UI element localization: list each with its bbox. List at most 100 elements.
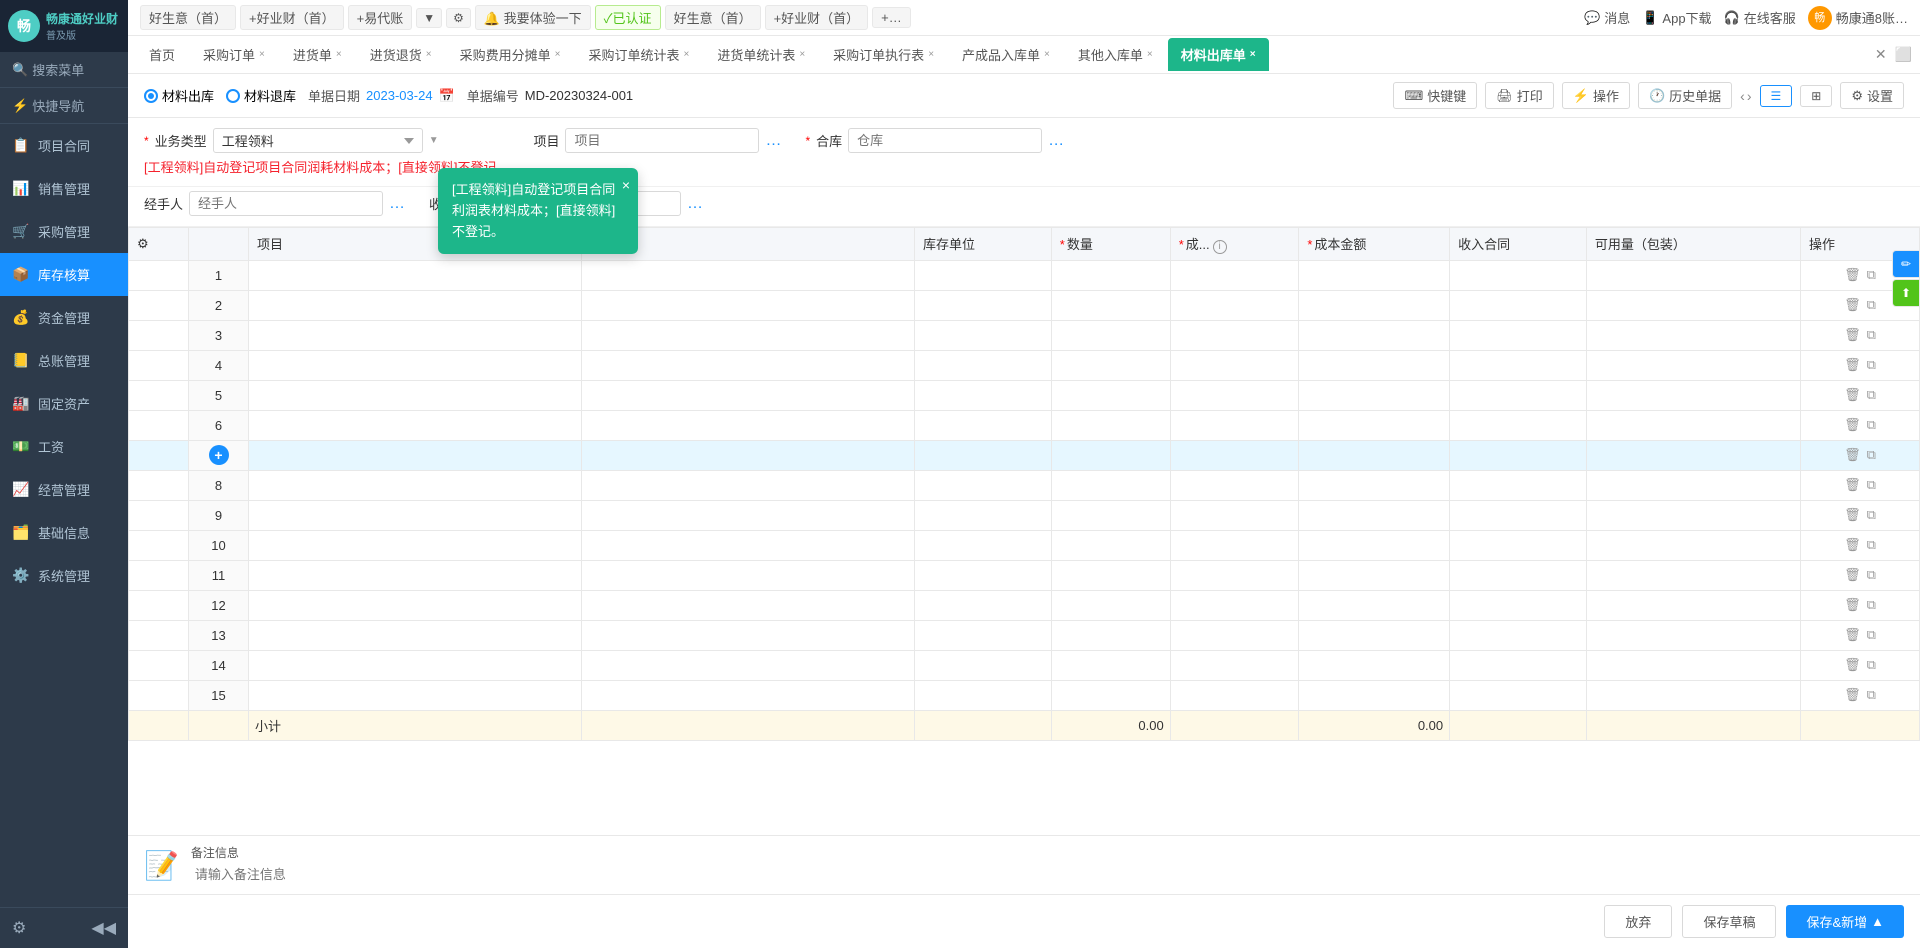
delete-row-icon[interactable]: 🗑 [1841,597,1864,612]
cell-warehouse[interactable] [914,590,1051,620]
cell-quantity[interactable] [1051,440,1170,470]
table-row[interactable]: 3🗑⧉ [129,320,1920,350]
operate-button[interactable]: ⚡ 操作 [1562,82,1630,109]
history-button[interactable]: 🕐 历史单据 [1638,82,1732,109]
copy-row-icon[interactable]: ⧉ [1864,597,1879,612]
cell-cost[interactable] [1170,290,1299,320]
tab-close-purchase-order[interactable]: × [259,49,265,60]
cell-warehouse[interactable] [914,380,1051,410]
save-new-dropdown-icon[interactable]: ▲ [1871,914,1884,929]
cell-project[interactable] [249,590,582,620]
cell-cost[interactable] [1170,500,1299,530]
cell-available[interactable] [1586,530,1800,560]
tab-window-restore[interactable]: ⬜ [1895,46,1912,63]
tab-product-inbound[interactable]: 产成品入库单× [949,38,1063,71]
tab-expense-split[interactable]: 采购费用分摊单× [447,38,574,71]
discard-button[interactable]: 放弃 [1604,905,1672,938]
cell-material[interactable] [581,620,914,650]
topbar-tag-dropdown[interactable]: ▼ [416,8,442,28]
cell-warehouse[interactable] [914,500,1051,530]
cell-income_contract[interactable] [1450,500,1587,530]
cell-warehouse[interactable] [914,440,1051,470]
sidebar-item-basic[interactable]: 🗂️ 基础信息 [0,511,128,554]
copy-row-icon[interactable]: ⧉ [1864,477,1879,492]
draft-button[interactable]: 保存草稿 [1682,905,1776,938]
cell-project[interactable] [249,440,582,470]
cell-project[interactable] [249,500,582,530]
date-value[interactable]: 2023-03-24 [366,88,433,103]
cell-income_contract[interactable] [1450,410,1587,440]
tab-close-purchase-exec[interactable]: × [928,49,934,60]
cell-cost_amount[interactable] [1299,500,1450,530]
sidebar-search[interactable]: 🔍 搜索菜单 [0,52,128,88]
delete-row-icon[interactable]: 🗑 [1841,567,1864,582]
topbar-settings-icon[interactable]: ⚙ [446,8,471,28]
table-row[interactable]: 1🗑⧉ [129,260,1920,290]
delete-row-icon[interactable]: 🗑 [1841,387,1864,402]
save-new-button[interactable]: 保存&新增 ▲ [1786,905,1904,938]
business-type-input[interactable] [213,128,423,153]
cell-quantity[interactable] [1051,320,1170,350]
add-row-button[interactable]: + [209,445,229,465]
cell-material[interactable] [581,440,914,470]
topbar-message[interactable]: 💬 消息 [1584,8,1630,27]
project-input[interactable] [565,128,759,153]
cell-cost[interactable] [1170,680,1299,710]
cell-available[interactable] [1586,650,1800,680]
delete-row-icon[interactable]: 🗑 [1841,297,1864,312]
sidebar-quick-nav[interactable]: ⚡ 快捷导航 [0,88,128,124]
cell-material[interactable] [581,590,914,620]
cell-income_contract[interactable] [1450,650,1587,680]
topbar-tag-certified[interactable]: ✓已认证 [595,5,661,30]
cell-quantity[interactable] [1051,530,1170,560]
tab-close-other-inbound[interactable]: × [1147,49,1153,60]
cell-income_contract[interactable] [1450,680,1587,710]
cell-warehouse[interactable] [914,560,1051,590]
topbar-service[interactable]: 🎧 在线客服 [1724,8,1796,27]
copy-row-icon[interactable]: ⧉ [1864,507,1879,522]
cell-material[interactable] [581,290,914,320]
income-contract-dots[interactable]: … [687,195,703,213]
cell-available[interactable] [1586,470,1800,500]
cell-quantity[interactable] [1051,500,1170,530]
cell-quantity[interactable] [1051,680,1170,710]
cell-quantity[interactable] [1051,380,1170,410]
cell-available[interactable] [1586,320,1800,350]
tooltip-close[interactable]: × [622,174,630,196]
topbar-tag-more[interactable]: +… [872,7,911,28]
copy-row-icon[interactable]: ⧉ [1864,657,1879,672]
sidebar-item-ops[interactable]: 📈 经营管理 [0,468,128,511]
cell-available[interactable] [1586,410,1800,440]
cell-quantity[interactable] [1051,620,1170,650]
cell-project[interactable] [249,380,582,410]
table-row[interactable]: +🗑⧉ [129,440,1920,470]
cell-cost_amount[interactable] [1299,320,1450,350]
calendar-icon[interactable]: 📅 [439,88,455,104]
view-list-button[interactable]: ☰ [1760,85,1793,107]
cell-project[interactable] [249,260,582,290]
page-prev[interactable]: ‹ [1740,88,1745,104]
cell-quantity[interactable] [1051,650,1170,680]
cell-project[interactable] [249,680,582,710]
table-row[interactable]: 6🗑⧉ [129,410,1920,440]
handler-dots[interactable]: … [389,195,405,213]
table-row[interactable]: 4🗑⧉ [129,350,1920,380]
cell-available[interactable] [1586,560,1800,590]
cell-warehouse[interactable] [914,620,1051,650]
cell-quantity[interactable] [1051,590,1170,620]
cell-cost[interactable] [1170,410,1299,440]
delete-row-icon[interactable]: 🗑 [1841,327,1864,342]
input-project[interactable] [255,449,575,463]
sidebar-item-capital[interactable]: 💰 资金管理 [0,296,128,339]
cell-project[interactable] [249,560,582,590]
cell-project[interactable] [249,470,582,500]
sidebar-item-salary[interactable]: 💵 工资 [0,425,128,468]
cell-quantity[interactable] [1051,350,1170,380]
cell-available[interactable] [1586,350,1800,380]
sidebar-item-inventory[interactable]: 📦 库存核算 [0,253,128,296]
tab-close-purchase-stats[interactable]: × [683,49,689,60]
tab-close-incoming-stats[interactable]: × [799,49,805,60]
cell-available[interactable] [1586,440,1800,470]
tab-close-incoming[interactable]: × [336,49,342,60]
delete-row-icon[interactable]: 🗑 [1841,417,1864,432]
